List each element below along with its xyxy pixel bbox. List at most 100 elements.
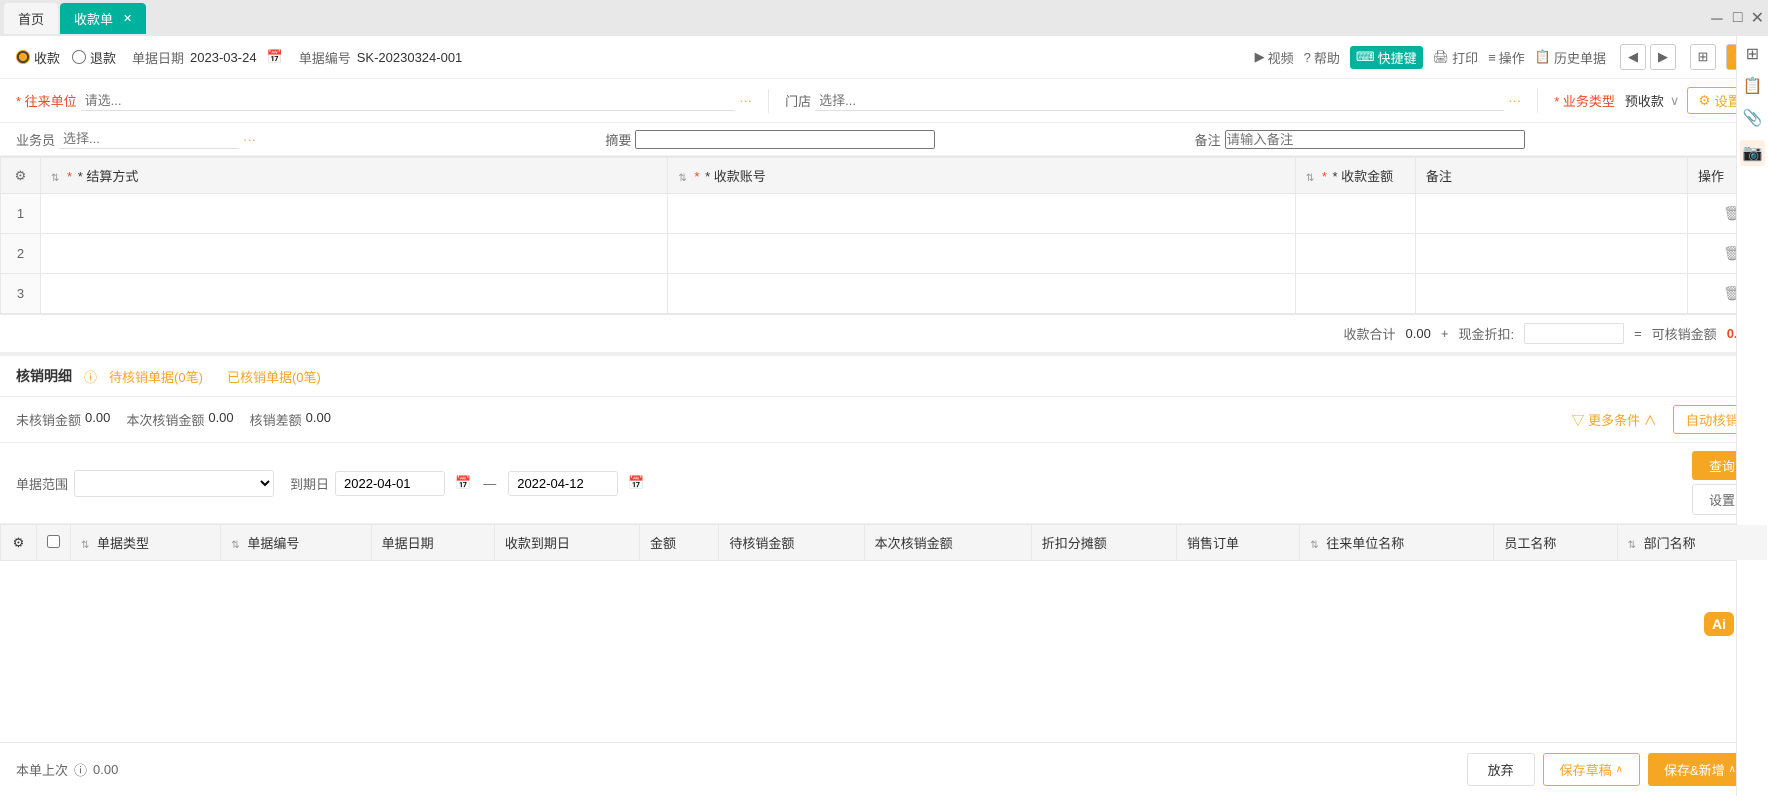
tab-pending[interactable]: 待核销单据(0笔) — [109, 367, 203, 386]
print-icon: 🖨 — [1433, 49, 1450, 65]
discount-input[interactable] — [1524, 323, 1624, 344]
prev-btn[interactable]: ◀ — [1620, 44, 1646, 70]
maximize-btn[interactable]: □ — [1733, 9, 1743, 27]
calendar-icon[interactable]: 📅 — [267, 49, 283, 65]
print-label: 打印 — [1452, 48, 1478, 67]
sidebar-attach-icon[interactable]: 📎 — [1743, 108, 1763, 128]
current-label: 本次核销金额 — [126, 410, 204, 429]
close-btn[interactable]: ✕ — [1751, 8, 1764, 28]
cell-account-3[interactable] — [668, 274, 1295, 314]
radio-refund[interactable]: 退款 — [72, 48, 116, 67]
help-btn[interactable]: ? 帮助 — [1304, 48, 1340, 67]
abandon-btn[interactable]: 放弃 — [1467, 753, 1535, 786]
verify-info-icon[interactable]: ⓘ — [84, 367, 97, 386]
cell-settle-1[interactable] — [41, 194, 668, 234]
store-more-icon[interactable]: ··· — [1508, 93, 1521, 108]
store-field: 门店 ··· — [785, 91, 1521, 111]
counterpart-more-icon[interactable]: ··· — [739, 93, 752, 108]
cell-amount-2[interactable] — [1295, 234, 1415, 274]
store-input[interactable] — [815, 91, 1504, 111]
summary-row: 收款合计 0.00 + 现金折扣: = 可核销金额 0.00 — [0, 314, 1768, 352]
vth-verify-amount: 本次核销金额 — [864, 525, 1031, 561]
save-draft-btn[interactable]: 保存草稿 ∧ — [1543, 753, 1640, 786]
ai-badge[interactable]: Ai — [1704, 612, 1734, 636]
print-btn[interactable]: 🖨 打印 — [1433, 48, 1479, 67]
staff-input[interactable] — [59, 129, 239, 149]
cell-remark-3[interactable] — [1415, 274, 1687, 314]
save-new-chevron: ∧ — [1729, 764, 1736, 775]
bottom-bar: 本单上次 ⓘ 0.00 放弃 保存草稿 ∧ 保存&新增 ∧ — [0, 742, 1768, 796]
sidebar-doc-icon[interactable]: 📋 — [1743, 76, 1763, 96]
tab-receipt[interactable]: 收款单 ✕ — [60, 3, 146, 34]
radio-receipt[interactable]: 收款 — [16, 48, 60, 67]
grid-view-btn[interactable]: ⊞ — [1690, 44, 1716, 70]
form-top: 收款 退款 单据日期 2023-03-24 📅 单据编号 SK-20230324… — [0, 36, 1768, 157]
staff-label: 业务员 — [16, 130, 55, 149]
th-account: ⇅ * * 收款账号 — [668, 158, 1295, 194]
sidebar-photo-icon[interactable]: 📷 — [1740, 140, 1766, 166]
radio-receipt-input[interactable] — [16, 50, 30, 64]
shortcut-btn[interactable]: ⌨ 快捷键 — [1350, 46, 1423, 69]
window-controls: － □ ✕ — [1709, 6, 1764, 30]
range-select[interactable] — [74, 470, 274, 497]
row-num-2: 2 — [1, 234, 41, 274]
prev-value: 0.00 — [93, 762, 118, 777]
counterpart-label: * 往来单位 — [16, 91, 77, 110]
cell-account-1[interactable] — [668, 194, 1295, 234]
radio-refund-input[interactable] — [72, 50, 86, 64]
tab-pending-count: 0笔 — [178, 370, 198, 385]
verify-table-header: ⚙ ⇅ 单据类型 ⇅ 单据编号 单据日期 — [1, 525, 1768, 561]
remark-input[interactable] — [1225, 130, 1525, 149]
next-btn[interactable]: ▶ — [1650, 44, 1676, 70]
business-type-label: * 业务类型 — [1554, 91, 1615, 110]
form-fields-row1: * 往来单位 ··· 门店 ··· * 业务类型 预收款 ∨ ⚙ 设置 — [0, 79, 1768, 123]
staff-more-icon[interactable]: ··· — [243, 132, 256, 147]
end-cal-icon[interactable]: 📅 — [628, 475, 644, 491]
due-date-label: 到期日 — [290, 474, 329, 493]
gear-icon: ⚙ — [1698, 93, 1710, 109]
divider2 — [1537, 89, 1538, 113]
history-btn[interactable]: 📋 历史单据 — [1535, 48, 1606, 67]
sidebar-table-icon[interactable]: ⊞ — [1746, 44, 1759, 64]
vth-amount: 金额 — [640, 525, 719, 561]
due-date-start-input[interactable] — [335, 471, 445, 496]
vth-settings[interactable]: ⚙ — [1, 525, 37, 561]
date-value[interactable]: 2023-03-24 — [190, 50, 257, 65]
cell-amount-3[interactable] — [1295, 274, 1415, 314]
select-all-checkbox[interactable] — [47, 535, 60, 548]
video-btn[interactable]: ▶ 视频 — [1255, 48, 1294, 67]
cell-amount-1[interactable] — [1295, 194, 1415, 234]
tab-done[interactable]: 已核销单据(0笔) — [227, 367, 321, 386]
cell-remark-2[interactable] — [1415, 234, 1687, 274]
counterpart-input[interactable] — [81, 91, 735, 111]
staff-field: 业务员 ··· — [16, 129, 573, 149]
prev-info-icon[interactable]: ⓘ — [74, 760, 87, 779]
table-settings-icon[interactable]: ⚙ — [1, 158, 41, 194]
summary-input[interactable] — [635, 130, 935, 149]
business-type-field: * 业务类型 预收款 ∨ — [1554, 91, 1679, 110]
business-type-chevron[interactable]: ∨ — [1670, 93, 1680, 109]
cell-settle-2[interactable] — [41, 234, 668, 274]
cell-settle-3[interactable] — [41, 274, 668, 314]
operation-btn[interactable]: ≡ 操作 — [1488, 48, 1525, 67]
th-amount-label: * 收款金额 — [1333, 169, 1394, 184]
tab-receipt-label: 收款单 — [74, 9, 113, 28]
counterpart-field: * 往来单位 ··· — [16, 91, 752, 111]
minimize-btn[interactable]: － — [1709, 6, 1725, 30]
cell-remark-1[interactable] — [1415, 194, 1687, 234]
tab-done-label: 已核销单据( — [227, 370, 296, 385]
tab-receipt-close[interactable]: ✕ — [123, 12, 132, 25]
sort-amount-icon: ⇅ — [1306, 173, 1314, 184]
vth-doc-date: 单据日期 — [371, 525, 494, 561]
available-label: 可核销金额 — [1652, 324, 1717, 343]
unverified-value: 0.00 — [85, 410, 110, 429]
th-action-label: 操作 — [1698, 169, 1724, 184]
vth-checkbox[interactable] — [37, 525, 71, 561]
start-cal-icon[interactable]: 📅 — [455, 475, 471, 491]
more-filters-btn[interactable]: ▽ 更多条件 ∧ — [1571, 410, 1656, 429]
history-label: 历史单据 — [1554, 48, 1606, 67]
cell-account-2[interactable] — [668, 234, 1295, 274]
due-date-end-input[interactable] — [508, 471, 618, 496]
tab-home[interactable]: 首页 — [4, 3, 58, 34]
verify-bottom-table: ⚙ ⇅ 单据类型 ⇅ 单据编号 单据日期 — [0, 524, 1768, 742]
